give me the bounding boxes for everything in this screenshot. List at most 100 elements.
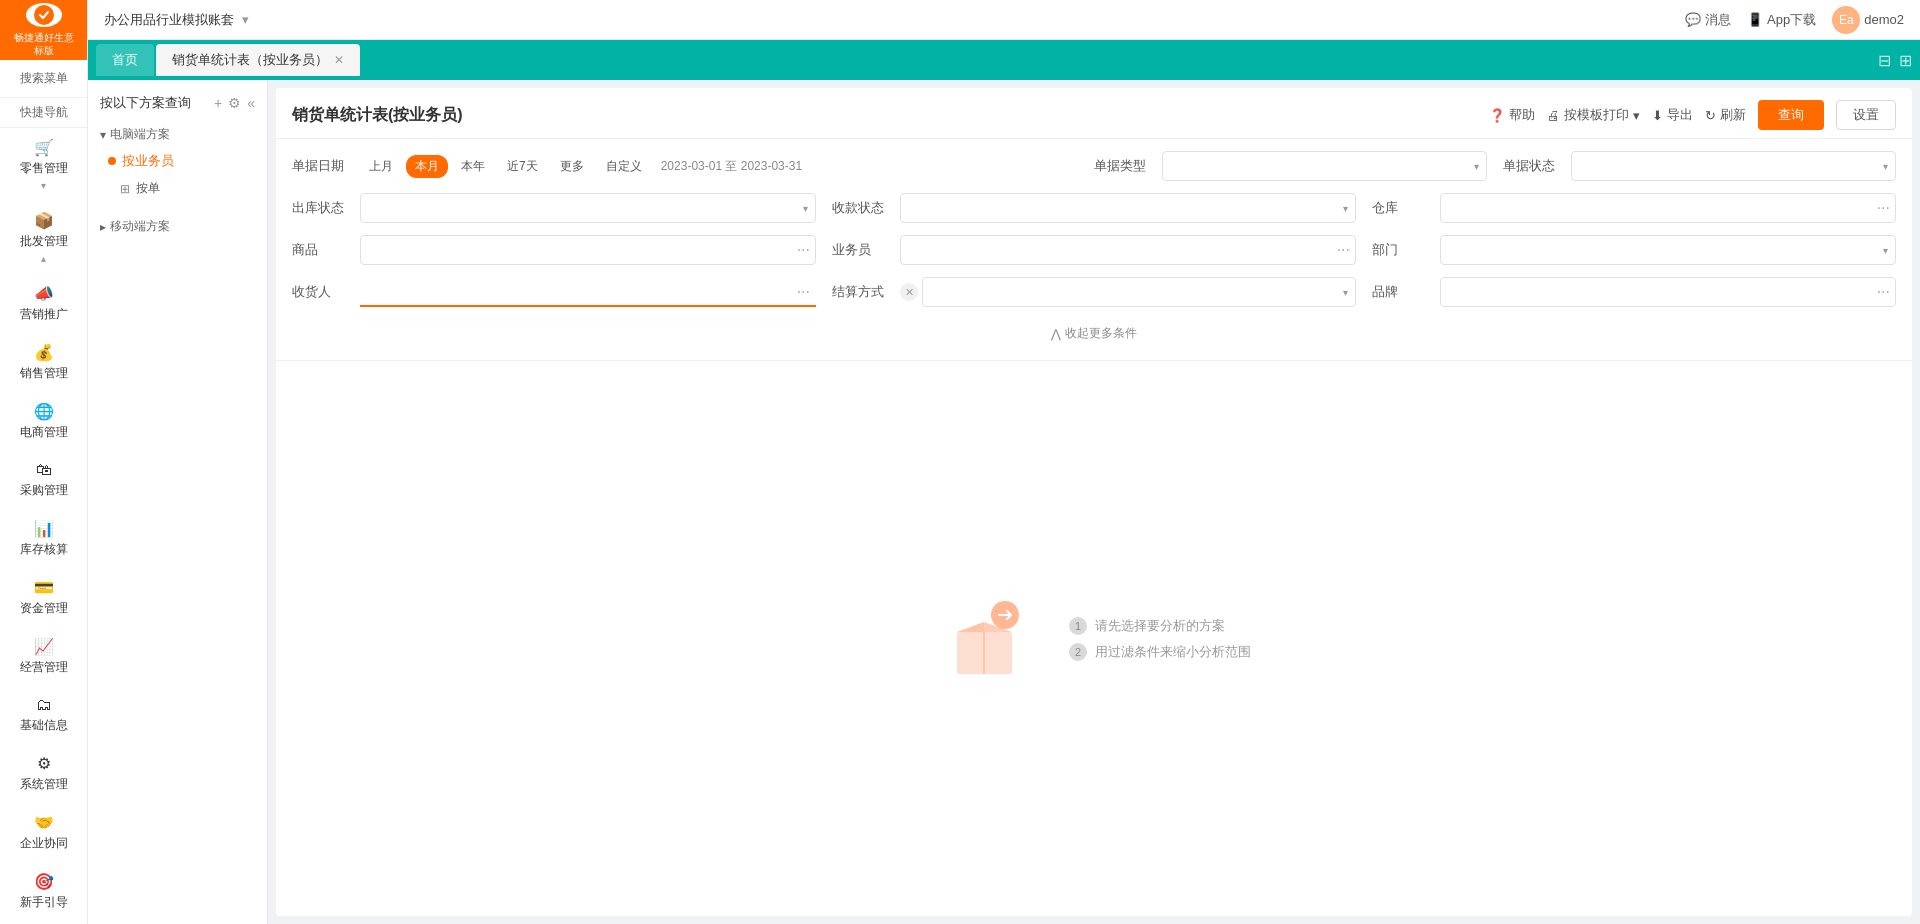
doc-type-wrapper (1162, 151, 1487, 181)
recipient-input[interactable] (360, 277, 816, 307)
recipient-wrapper: ··· (360, 277, 816, 307)
finance-icon: 💳 (34, 578, 54, 597)
order-icon: ⊞ (120, 182, 130, 196)
goods-dots[interactable]: ··· (797, 241, 810, 259)
settings-scheme-button[interactable]: ⚙ (228, 95, 241, 111)
outbound-select[interactable] (360, 193, 816, 223)
sidebar-item-finance[interactable]: 💳 资金管理 (0, 568, 87, 627)
settings-button[interactable]: 设置 (1836, 100, 1896, 130)
date-pill-last-month[interactable]: 上月 (360, 155, 402, 178)
mobile-section-header[interactable]: ▸ 移动端方案 (88, 214, 267, 239)
purchase-icon: 🛍 (36, 461, 52, 479)
payment-select[interactable] (900, 193, 1356, 223)
salesperson-input[interactable] (900, 235, 1356, 265)
app-logo: 畅捷通好生意 标版 (0, 0, 87, 60)
empty-state-inner: 1 请先选择要分析的方案 2 用过滤条件来缩小分析范围 (937, 587, 1251, 690)
sidebar-item-wholesale[interactable]: 📦 批发管理 ▴ (0, 201, 87, 274)
sidebar-item-enterprise[interactable]: 🤝 企业协同 (0, 803, 87, 862)
logo-icon (26, 3, 62, 27)
sidebar-item-retail[interactable]: 🛒 零售管理 ▾ (0, 128, 87, 201)
sidebar-item-enterprise-label: 企业协同 (20, 835, 68, 852)
template-print-button[interactable]: 🖨 按模板打印 ▾ (1547, 106, 1640, 124)
add-scheme-button[interactable]: + (214, 95, 222, 111)
warehouse-dots[interactable]: ··· (1877, 199, 1890, 217)
sidebar-item-base[interactable]: 🗂 基础信息 (0, 686, 87, 744)
tab-bar: 首页 销货单统计表（按业务员） ✕ ⊟ ⊞ (88, 40, 1920, 80)
date-pill-more[interactable]: 更多 (551, 155, 593, 178)
recipient-label: 收货人 (292, 283, 352, 301)
template-print-label: 按模板打印 (1564, 106, 1629, 124)
recipient-dots[interactable]: ··· (797, 283, 810, 301)
sidebar-item-business[interactable]: 📈 经营管理 (0, 627, 87, 686)
filter-row-3: 商品 ··· 业务员 ··· 部门 (292, 235, 1896, 265)
quick-nav-button[interactable]: 快捷导航 (0, 98, 87, 128)
industry-dropdown-icon[interactable]: ▾ (242, 12, 249, 27)
inventory-icon: 📊 (34, 519, 54, 538)
goods-field: 商品 ··· (292, 235, 816, 265)
tab-home[interactable]: 首页 (96, 44, 154, 76)
sidebar-item-inventory-label: 库存核算 (20, 541, 68, 558)
empty-state: 1 请先选择要分析的方案 2 用过滤条件来缩小分析范围 (276, 361, 1912, 916)
warehouse-input[interactable] (1440, 193, 1896, 223)
doc-type-label: 单据类型 (1094, 157, 1154, 175)
brand-wrapper: ··· (1440, 277, 1896, 307)
date-pill-custom[interactable]: 自定义 (597, 155, 651, 178)
sidebar-item-system[interactable]: ⚙ 系统管理 (0, 744, 87, 803)
sidebar-item-marketing[interactable]: 📣 营销推广 (0, 274, 87, 333)
brand-label: 品牌 (1372, 283, 1432, 301)
sidebar-item-newuser[interactable]: 🎯 新手引导 (0, 862, 87, 921)
dept-arrow (1883, 245, 1888, 256)
messages-button[interactable]: 💬 消息 (1685, 11, 1731, 29)
user-profile-button[interactable]: Ea demo2 (1832, 6, 1904, 34)
settlement-x-badge[interactable]: ✕ (900, 283, 918, 301)
doc-status-select[interactable] (1571, 151, 1896, 181)
empty-instruction-1: 1 请先选择要分析的方案 (1069, 617, 1251, 635)
tab-minimize-button[interactable]: ⊟ (1878, 51, 1891, 70)
date-pill-7days[interactable]: 近7天 (498, 155, 547, 178)
instruction-number-2: 2 (1069, 643, 1087, 661)
panel-actions: ❓ 帮助 🖨 按模板打印 ▾ ⬇ 导出 ↻ 刷新 (1489, 100, 1896, 130)
export-button[interactable]: ⬇ 导出 (1652, 106, 1693, 124)
help-button[interactable]: ❓ 帮助 (1489, 106, 1535, 124)
app-download-button[interactable]: 📱 App下载 (1747, 11, 1816, 29)
tab-close-button[interactable]: ✕ (334, 53, 344, 67)
search-menu-button[interactable]: 搜索菜单 (0, 60, 87, 98)
goods-input[interactable] (360, 235, 816, 265)
tab-sales-stat-label: 销货单统计表（按业务员） (172, 51, 328, 69)
doc-status-wrapper (1571, 151, 1896, 181)
salesperson-dots[interactable]: ··· (1337, 241, 1350, 259)
doc-type-select[interactable] (1162, 151, 1487, 181)
download-icon: 📱 (1747, 12, 1763, 27)
tab-sales-stat[interactable]: 销货单统计表（按业务员） ✕ (156, 44, 360, 76)
sidebar-item-ecommerce[interactable]: 🌐 电商管理 (0, 392, 87, 451)
date-pill-this-month[interactable]: 本月 (406, 155, 448, 178)
brand-dots[interactable]: ··· (1877, 283, 1890, 301)
print-icon: 🖨 (1547, 108, 1560, 123)
sidebar-item-inventory[interactable]: 📊 库存核算 (0, 509, 87, 568)
query-button[interactable]: 查询 (1758, 100, 1824, 130)
sidebar-item-purchase[interactable]: 🛍 采购管理 (0, 451, 87, 509)
sidebar-item-sales[interactable]: 💰 销售管理 (0, 333, 87, 392)
wholesale-chevron: ▴ (41, 253, 46, 264)
mobile-section: ▸ 移动端方案 (88, 208, 267, 245)
refresh-button[interactable]: ↻ 刷新 (1705, 106, 1746, 124)
collapse-sidebar-button[interactable]: « (247, 95, 255, 111)
tab-maximize-button[interactable]: ⊞ (1899, 51, 1912, 70)
settlement-arrow (1343, 287, 1348, 298)
date-pill-this-year[interactable]: 本年 (452, 155, 494, 178)
settlement-select[interactable] (922, 277, 1356, 307)
collapse-conditions-button[interactable]: ⋀ 收起更多条件 (292, 319, 1896, 348)
doc-status-arrow (1883, 161, 1888, 172)
scheme-by-order[interactable]: ⊞ 按单 (88, 175, 267, 202)
base-icon: 🗂 (36, 696, 52, 714)
svg-point-0 (34, 5, 54, 25)
collapse-icon: ⋀ (1051, 327, 1061, 341)
app-download-label: App下载 (1767, 11, 1816, 29)
scheme-by-salesperson[interactable]: 按业务员 (88, 147, 267, 175)
brand-input[interactable] (1440, 277, 1896, 307)
help-label: 帮助 (1509, 106, 1535, 124)
main-panel: 销货单统计表(按业务员) ❓ 帮助 🖨 按模板打印 ▾ ⬇ 导出 (276, 88, 1912, 916)
app-subtitle-label: 标版 (34, 44, 54, 57)
goods-wrapper: ··· (360, 235, 816, 265)
dept-select[interactable] (1440, 235, 1896, 265)
